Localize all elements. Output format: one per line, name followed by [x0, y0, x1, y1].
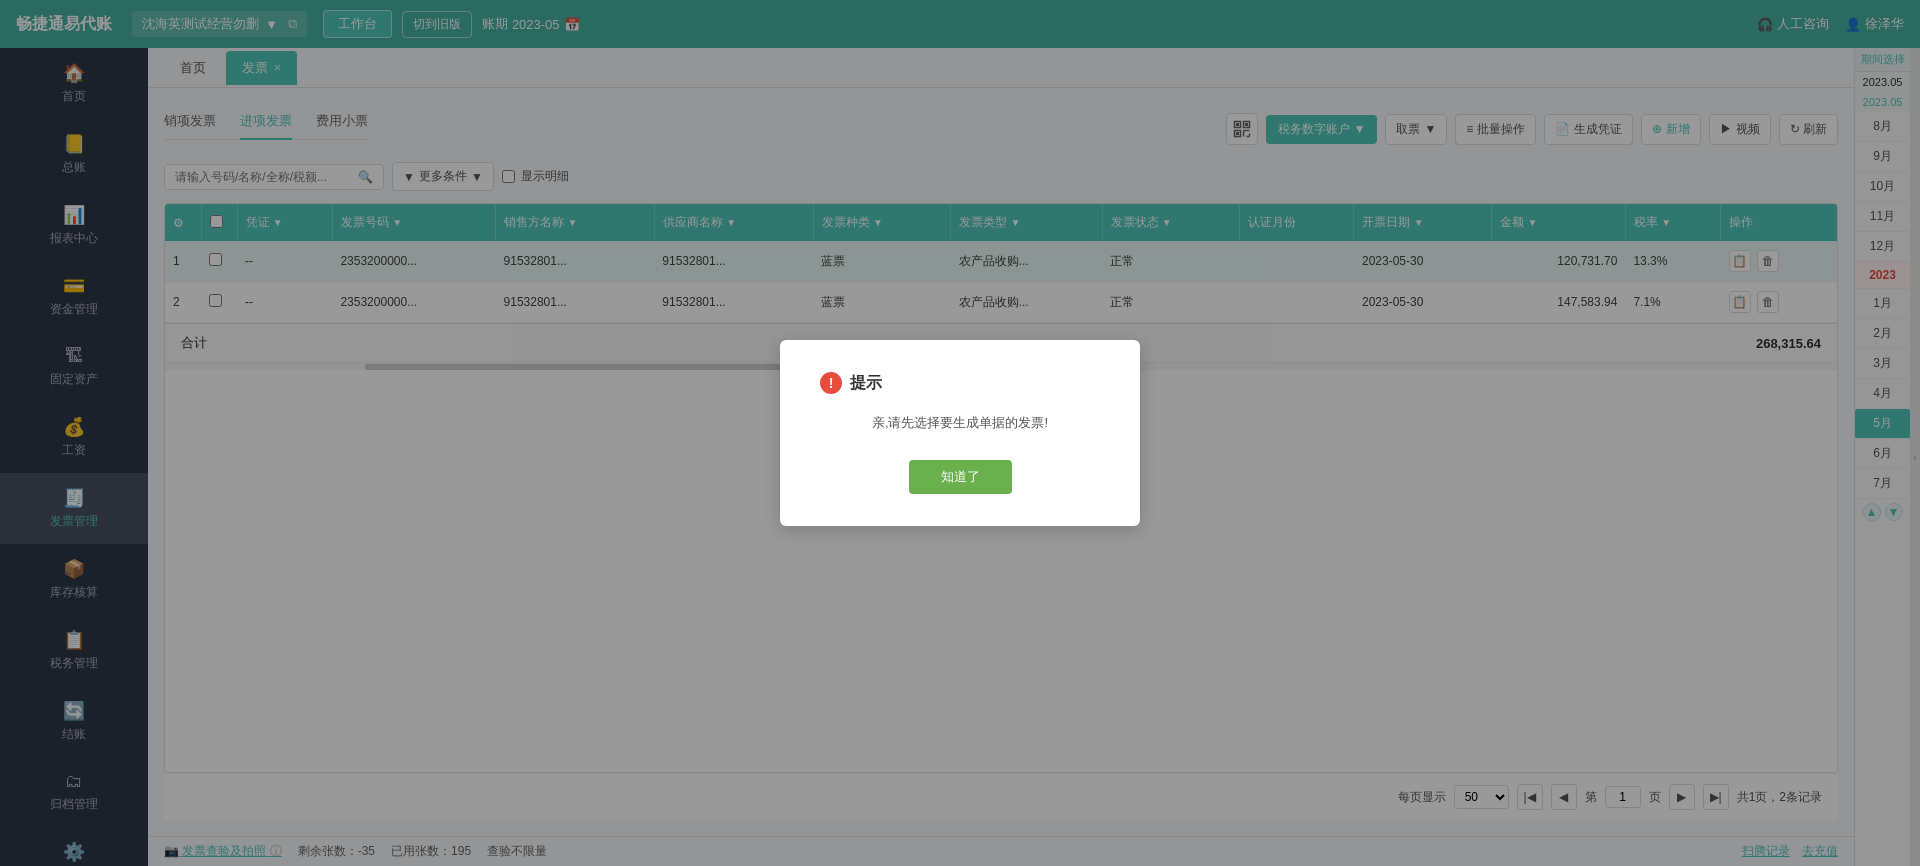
modal-title: 提示 [850, 373, 882, 394]
modal-title-row: ! 提示 [820, 372, 1100, 394]
modal-dialog: ! 提示 亲,请先选择要生成单据的发票! 知道了 [780, 340, 1140, 526]
modal-confirm-button[interactable]: 知道了 [909, 460, 1012, 494]
modal-message: 亲,请先选择要生成单据的发票! [872, 414, 1048, 432]
modal-overlay: ! 提示 亲,请先选择要生成单据的发票! 知道了 [0, 0, 1920, 866]
modal-warning-icon: ! [820, 372, 842, 394]
